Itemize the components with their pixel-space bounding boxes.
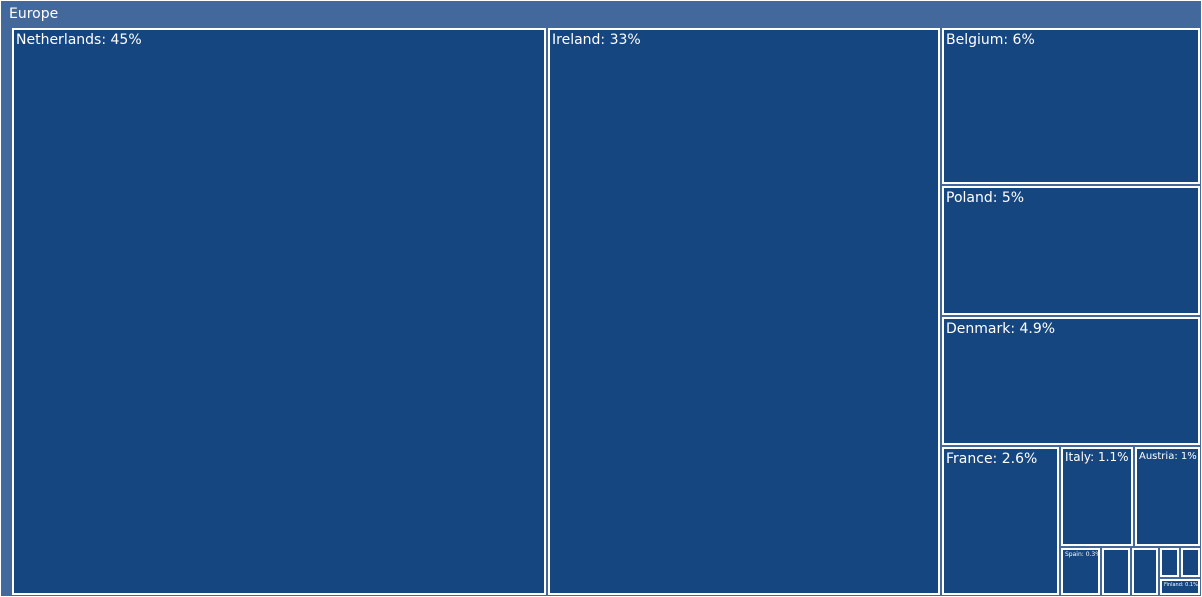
treemap-tile-spain[interactable]: Spain: 0.3% — [1061, 548, 1100, 595]
treemap-tile-unlabeled-9[interactable] — [1102, 548, 1130, 595]
treemap-tile-unlabeled-12[interactable] — [1181, 548, 1200, 577]
treemap-tile-label: Poland: 5% — [946, 190, 1025, 206]
treemap-tile-label: Austria: 1% — [1139, 451, 1197, 462]
treemap-tile-unlabeled-11[interactable] — [1160, 548, 1179, 577]
treemap-root-label: Europe — [9, 6, 59, 22]
treemap-tile-ireland[interactable]: Ireland: 33% — [548, 28, 940, 595]
treemap-tile-netherlands[interactable]: Netherlands: 45% — [12, 28, 546, 595]
treemap-tile-label: France: 2.6% — [946, 451, 1038, 467]
treemap-tile-label: Netherlands: 45% — [16, 32, 142, 48]
treemap-chart: Europe Netherlands: 45% Ireland: 33% Belgi… — [0, 0, 1202, 597]
treemap-tile-label: Ireland: 33% — [552, 32, 641, 48]
treemap-tile-unlabeled-10[interactable] — [1132, 548, 1158, 595]
treemap-tile-poland[interactable]: Poland: 5% — [942, 186, 1200, 315]
treemap-tile-label: Italy: 1.1% — [1065, 450, 1129, 464]
treemap-tile-italy[interactable]: Italy: 1.1% — [1061, 447, 1133, 546]
treemap-tile-france[interactable]: France: 2.6% — [942, 447, 1059, 595]
treemap-tile-austria[interactable]: Austria: 1% — [1135, 447, 1200, 546]
treemap-tile-label: Finland: 0.1% — [1164, 582, 1198, 588]
treemap-tile-denmark[interactable]: Denmark: 4.9% — [942, 317, 1200, 445]
treemap-tile-label: Spain: 0.3% — [1065, 551, 1100, 558]
treemap-tile-finland[interactable]: Finland: 0.1% — [1160, 579, 1200, 595]
treemap-tile-belgium[interactable]: Belgium: 6% — [942, 28, 1200, 184]
treemap-tile-label: Belgium: 6% — [946, 32, 1035, 48]
treemap-tile-label: Denmark: 4.9% — [946, 321, 1056, 337]
treemap-root-body: Netherlands: 45% Ireland: 33% Belgium: 6% P… — [1, 27, 1201, 596]
treemap-root-header[interactable]: Europe — [1, 1, 1201, 27]
